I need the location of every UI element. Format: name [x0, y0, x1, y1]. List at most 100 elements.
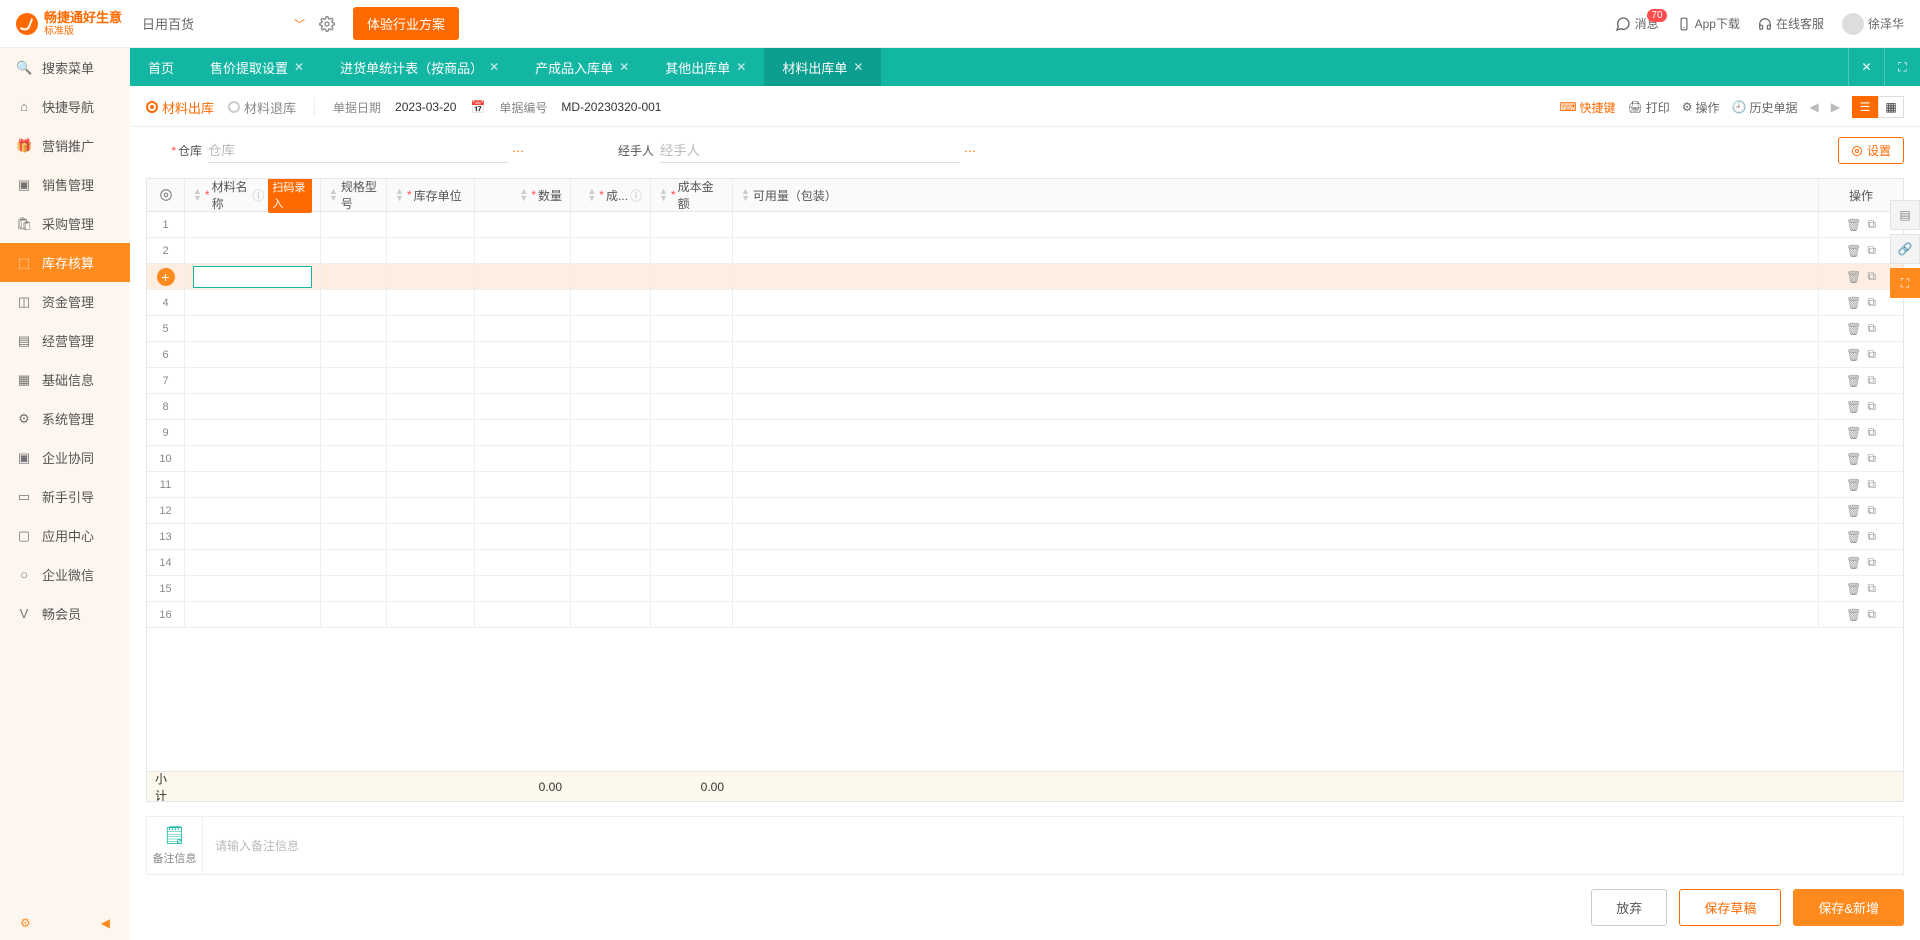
- copy-row-icon[interactable]: ⧉: [1867, 503, 1876, 518]
- user-menu[interactable]: 徐泽华: [1842, 13, 1904, 35]
- delete-row-icon[interactable]: 🗑: [1846, 244, 1861, 258]
- sidebar-item-11[interactable]: ▭新手引导: [0, 477, 130, 516]
- sidebar-item-10[interactable]: ▣企业协同: [0, 438, 130, 477]
- copy-row-icon[interactable]: ⧉: [1867, 555, 1876, 570]
- table-row[interactable]: 14🗑⧉: [147, 550, 1903, 576]
- help-icon[interactable]: ⓘ: [252, 187, 264, 204]
- tabs-expand-button[interactable]: ⛶: [1884, 48, 1920, 86]
- warehouse-more-icon[interactable]: ⋯: [512, 144, 526, 158]
- sidebar-collapse-icon[interactable]: ◀: [101, 916, 110, 930]
- category-dropdown[interactable]: 日用百货 ﹀: [142, 14, 305, 33]
- warehouse-input[interactable]: [208, 139, 508, 163]
- form-settings-button[interactable]: 设置: [1838, 137, 1904, 164]
- col-unit[interactable]: ▲▼*库存单位: [387, 179, 475, 211]
- tab-3[interactable]: 产成品入库单✕: [517, 48, 647, 86]
- copy-row-icon[interactable]: ⧉: [1867, 425, 1876, 440]
- copy-row-icon[interactable]: ⧉: [1867, 347, 1876, 362]
- prev-doc-button[interactable]: ◀: [1810, 100, 1819, 114]
- copy-row-icon[interactable]: ⧉: [1867, 243, 1876, 258]
- table-row[interactable]: +🗑⧉: [147, 264, 1903, 290]
- sidebar-item-1[interactable]: ⌂快捷导航: [0, 87, 130, 126]
- delete-row-icon[interactable]: 🗑: [1846, 452, 1861, 466]
- sidebar-item-13[interactable]: ○企业微信: [0, 555, 130, 594]
- delete-row-icon[interactable]: 🗑: [1846, 478, 1861, 492]
- delete-row-icon[interactable]: 🗑: [1846, 608, 1861, 622]
- sidebar-item-3[interactable]: ▣销售管理: [0, 165, 130, 204]
- tab-close-icon[interactable]: ✕: [489, 60, 499, 74]
- copy-row-icon[interactable]: ⧉: [1867, 399, 1876, 414]
- tab-close-icon[interactable]: ✕: [294, 60, 304, 74]
- delete-row-icon[interactable]: 🗑: [1846, 556, 1861, 570]
- sidebar-item-8[interactable]: ▦基础信息: [0, 360, 130, 399]
- delete-row-icon[interactable]: 🗑: [1846, 426, 1861, 440]
- doc-date-value[interactable]: 2023-03-20: [395, 100, 456, 114]
- delete-row-icon[interactable]: 🗑: [1846, 296, 1861, 310]
- copy-row-icon[interactable]: ⧉: [1867, 321, 1876, 336]
- add-row-button[interactable]: +: [157, 268, 175, 286]
- material-name-input[interactable]: [193, 266, 312, 288]
- table-row[interactable]: 5🗑⧉: [147, 316, 1903, 342]
- scan-input-tag[interactable]: 扫码录入: [268, 178, 312, 213]
- sidebar-item-7[interactable]: ▤经营管理: [0, 321, 130, 360]
- table-row[interactable]: 2🗑⧉: [147, 238, 1903, 264]
- sidebar-item-9[interactable]: ⚙系统管理: [0, 399, 130, 438]
- tab-5[interactable]: 材料出库单✕: [764, 48, 881, 86]
- table-row[interactable]: 11🗑⧉: [147, 472, 1903, 498]
- remark-input[interactable]: [203, 827, 1903, 865]
- view-grid-button[interactable]: ▦: [1878, 96, 1904, 118]
- col-available[interactable]: ▲▼可用量（包装）: [733, 179, 1819, 211]
- delete-row-icon[interactable]: 🗑: [1846, 400, 1861, 414]
- delete-row-icon[interactable]: 🗑: [1846, 348, 1861, 362]
- print-button[interactable]: 🖨 打印: [1628, 99, 1670, 116]
- table-row[interactable]: 10🗑⧉: [147, 446, 1903, 472]
- delete-row-icon[interactable]: 🗑: [1846, 504, 1861, 518]
- sidebar-item-14[interactable]: V畅会员: [0, 594, 130, 633]
- tab-1[interactable]: 售价提取设置✕: [192, 48, 322, 86]
- delete-row-icon[interactable]: 🗑: [1846, 322, 1861, 336]
- dock-expand-button[interactable]: ⛶: [1890, 268, 1920, 298]
- sidebar-item-6[interactable]: ◫资金管理: [0, 282, 130, 321]
- delete-row-icon[interactable]: 🗑: [1846, 374, 1861, 388]
- table-row[interactable]: 1🗑⧉: [147, 212, 1903, 238]
- col-spec[interactable]: ▲▼规格型号: [321, 179, 387, 211]
- table-row[interactable]: 16🗑⧉: [147, 602, 1903, 628]
- copy-row-icon[interactable]: ⧉: [1867, 607, 1876, 622]
- table-row[interactable]: 13🗑⧉: [147, 524, 1903, 550]
- category-settings-icon[interactable]: [319, 16, 335, 32]
- handler-input[interactable]: [660, 139, 960, 163]
- table-row[interactable]: 7🗑⧉: [147, 368, 1903, 394]
- cta-industry-button[interactable]: 体验行业方案: [353, 7, 459, 40]
- tab-4[interactable]: 其他出库单✕: [647, 48, 764, 86]
- next-doc-button[interactable]: ▶: [1831, 100, 1840, 114]
- sidebar-item-4[interactable]: 🛍采购管理: [0, 204, 130, 243]
- tab-0[interactable]: 首页: [130, 48, 192, 86]
- calendar-icon[interactable]: 📅: [470, 100, 485, 114]
- copy-row-icon[interactable]: ⧉: [1867, 529, 1876, 544]
- table-row[interactable]: 6🗑⧉: [147, 342, 1903, 368]
- online-service-button[interactable]: 在线客服: [1758, 15, 1824, 32]
- tab-2[interactable]: 进货单统计表（按商品）✕: [322, 48, 517, 86]
- app-download-button[interactable]: App下载: [1677, 15, 1740, 32]
- table-row[interactable]: 12🗑⧉: [147, 498, 1903, 524]
- dock-link-button[interactable]: 🔗: [1890, 234, 1920, 264]
- messages-button[interactable]: 消息 70: [1615, 15, 1659, 32]
- copy-row-icon[interactable]: ⧉: [1867, 477, 1876, 492]
- col-amount[interactable]: ▲▼*成本金额: [651, 179, 733, 211]
- table-row[interactable]: 15🗑⧉: [147, 576, 1903, 602]
- discard-button[interactable]: 放弃: [1591, 889, 1667, 926]
- sidebar-item-0[interactable]: 🔍搜索菜单: [0, 48, 130, 87]
- save-new-button[interactable]: 保存&新增: [1793, 889, 1904, 926]
- history-button[interactable]: 🕘 历史单据: [1732, 99, 1798, 116]
- sidebar-settings-icon[interactable]: ⚙: [20, 916, 31, 930]
- copy-row-icon[interactable]: ⧉: [1867, 295, 1876, 310]
- save-draft-button[interactable]: 保存草稿: [1679, 889, 1781, 926]
- dock-note-button[interactable]: ▤: [1890, 200, 1920, 230]
- action-menu-button[interactable]: ⚙ 操作: [1682, 99, 1720, 116]
- tab-close-icon[interactable]: ✕: [736, 60, 746, 74]
- copy-row-icon[interactable]: ⧉: [1867, 217, 1876, 232]
- col-qty[interactable]: ▲▼*数量: [475, 179, 571, 211]
- help-icon[interactable]: ⓘ: [630, 187, 642, 204]
- tab-close-icon[interactable]: ✕: [853, 60, 863, 74]
- shortcut-button[interactable]: ⌨ 快捷键: [1559, 99, 1615, 116]
- tab-close-icon[interactable]: ✕: [619, 60, 629, 74]
